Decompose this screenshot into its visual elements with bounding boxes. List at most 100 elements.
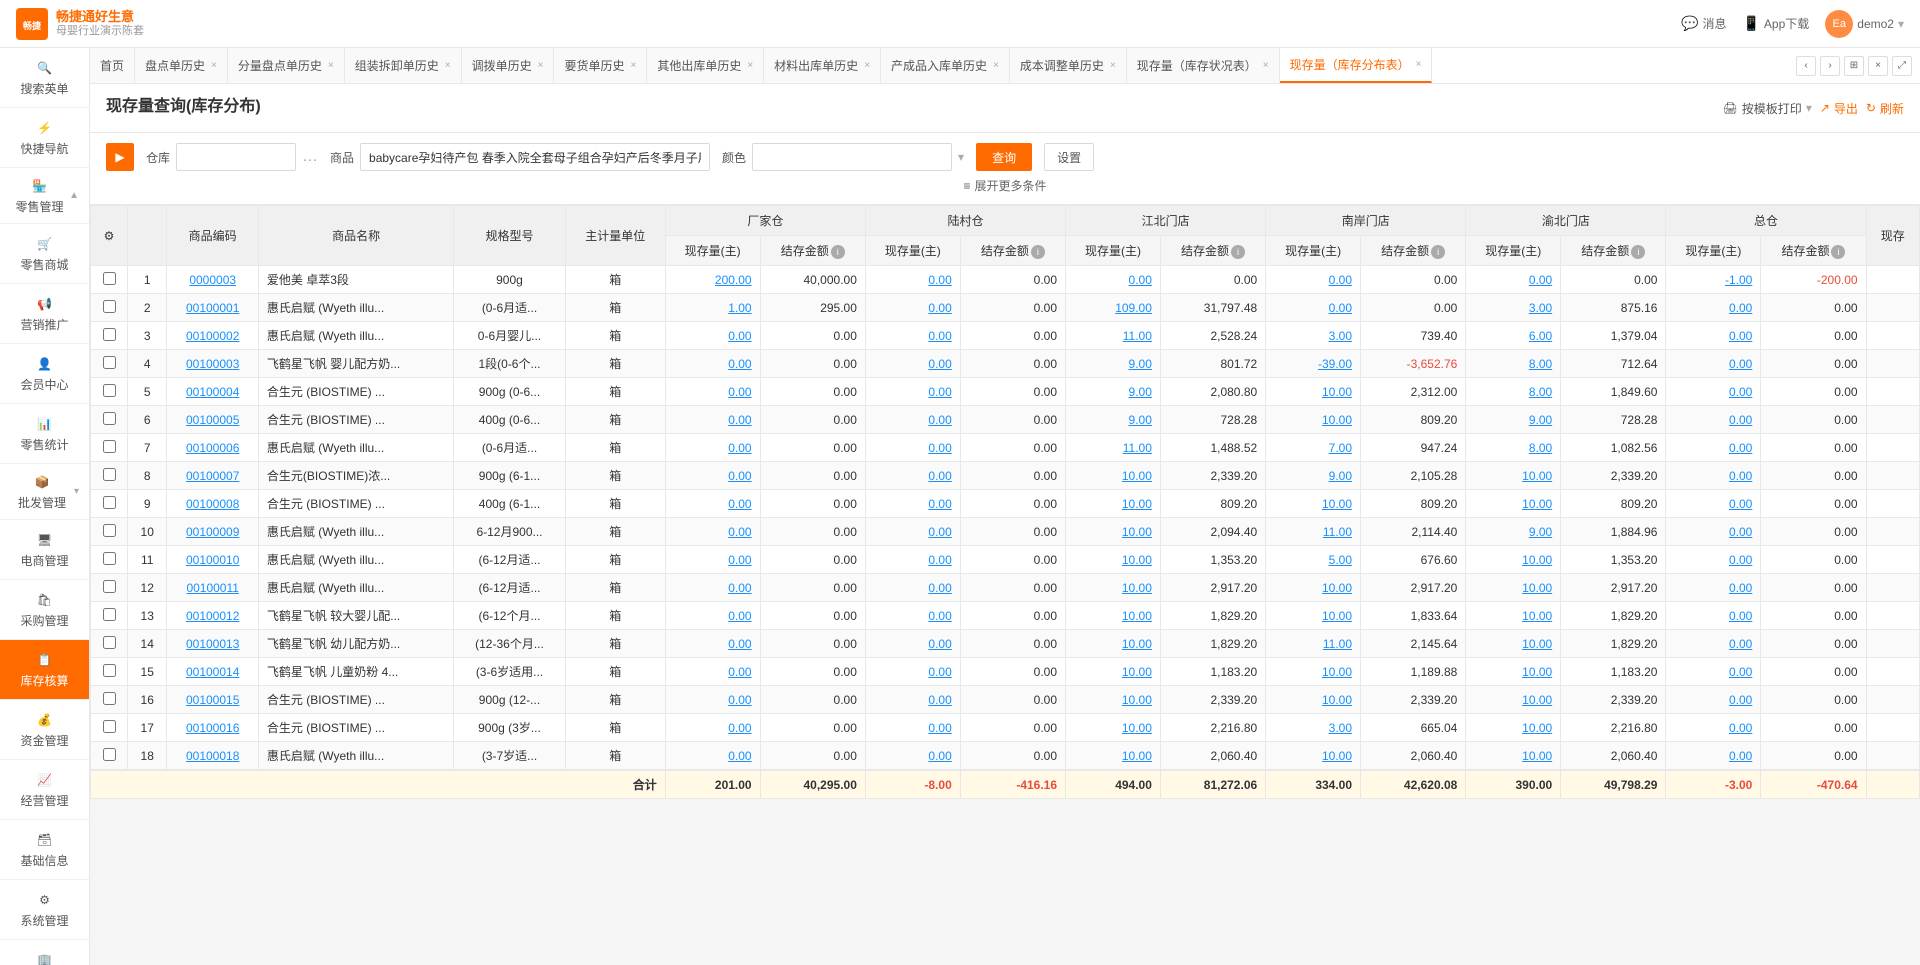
tab-stock-dist-close[interactable]: × [1416, 59, 1422, 70]
tab-assembly[interactable]: 组装拆卸单历史 × [345, 48, 462, 83]
sidebar-item-operations[interactable]: 📈 经营管理 [0, 760, 89, 820]
row-jb-qty[interactable]: 109.00 [1066, 294, 1161, 322]
row-na-qty[interactable]: 0.00 [1266, 266, 1361, 294]
refresh-btn[interactable]: ↻ 刷新 [1866, 100, 1904, 117]
row-total-qty[interactable]: 0.00 [1666, 714, 1761, 742]
user-area[interactable]: Ea demo2 ▾ [1825, 10, 1904, 38]
row-jb-qty[interactable]: 10.00 [1066, 546, 1161, 574]
row-f-qty[interactable]: 0.00 [665, 406, 760, 434]
sidebar-item-retail-mgmt[interactable]: 🏪 零售管理 ▲ [0, 168, 89, 224]
row-code[interactable]: 00100014 [167, 658, 258, 686]
row-yb-qty[interactable]: 3.00 [1466, 294, 1561, 322]
warehouse-input[interactable] [176, 143, 296, 171]
row-checkbox[interactable] [91, 686, 128, 714]
row-l-qty[interactable]: 0.00 [865, 574, 960, 602]
row-jb-qty[interactable]: 9.00 [1066, 350, 1161, 378]
tab-stock-table[interactable]: 现存量（库存状况表） × [1127, 48, 1280, 83]
sidebar-item-marketing[interactable]: 📢 营销推广 [0, 284, 89, 344]
row-yb-qty[interactable]: 10.00 [1466, 490, 1561, 518]
row-f-qty[interactable]: 200.00 [665, 266, 760, 294]
row-yb-qty[interactable]: 10.00 [1466, 602, 1561, 630]
row-jb-qty[interactable]: 10.00 [1066, 518, 1161, 546]
app-download-btn[interactable]: 📱 App下载 [1742, 15, 1809, 32]
row-total-qty[interactable]: 0.00 [1666, 602, 1761, 630]
row-total-qty[interactable]: 0.00 [1666, 518, 1761, 546]
yubei-amt-info[interactable]: i [1631, 245, 1645, 259]
row-total-qty[interactable]: 0.00 [1666, 546, 1761, 574]
color-dropdown-icon[interactable]: ▾ [958, 150, 964, 164]
total-amt-info[interactable]: i [1831, 245, 1845, 259]
row-l-qty[interactable]: 0.00 [865, 490, 960, 518]
row-code[interactable]: 00100011 [167, 574, 258, 602]
row-yb-qty[interactable]: 10.00 [1466, 462, 1561, 490]
tab-product-in-close[interactable]: × [993, 60, 999, 71]
row-jb-qty[interactable]: 9.00 [1066, 406, 1161, 434]
row-total-qty[interactable]: 0.00 [1666, 378, 1761, 406]
row-checkbox[interactable] [91, 322, 128, 350]
col-gear[interactable]: ⚙ [91, 206, 128, 266]
row-jb-qty[interactable]: 10.00 [1066, 714, 1161, 742]
row-l-qty[interactable]: 0.00 [865, 546, 960, 574]
row-jb-qty[interactable]: 10.00 [1066, 574, 1161, 602]
row-total-qty[interactable]: 0.00 [1666, 462, 1761, 490]
row-yb-qty[interactable]: 8.00 [1466, 434, 1561, 462]
lucun-amt-info[interactable]: i [1031, 245, 1045, 259]
row-total-qty[interactable]: 0.00 [1666, 574, 1761, 602]
row-checkbox[interactable] [91, 490, 128, 518]
row-code[interactable]: 0000003 [167, 266, 258, 294]
row-na-qty[interactable]: 0.00 [1266, 294, 1361, 322]
row-total-qty[interactable]: 0.00 [1666, 406, 1761, 434]
row-code[interactable]: 00100001 [167, 294, 258, 322]
row-checkbox[interactable] [91, 546, 128, 574]
tab-material-out-close[interactable]: × [864, 60, 870, 71]
row-checkbox[interactable] [91, 378, 128, 406]
row-checkbox[interactable] [91, 714, 128, 742]
row-f-qty[interactable]: 0.00 [665, 434, 760, 462]
row-checkbox[interactable] [91, 350, 128, 378]
row-yb-qty[interactable]: 10.00 [1466, 714, 1561, 742]
row-na-qty[interactable]: -39.00 [1266, 350, 1361, 378]
tab-other-out-close[interactable]: × [747, 60, 753, 71]
row-f-qty[interactable]: 0.00 [665, 322, 760, 350]
row-code[interactable]: 00100002 [167, 322, 258, 350]
tab-transfer-close[interactable]: × [538, 60, 544, 71]
row-total-qty[interactable]: 0.00 [1666, 686, 1761, 714]
row-na-qty[interactable]: 10.00 [1266, 378, 1361, 406]
row-total-qty[interactable]: 0.00 [1666, 322, 1761, 350]
row-yb-qty[interactable]: 9.00 [1466, 406, 1561, 434]
message-btn[interactable]: 💬 消息 [1681, 15, 1726, 32]
row-yb-qty[interactable]: 8.00 [1466, 350, 1561, 378]
warehouse-more-icon[interactable]: … [302, 148, 318, 166]
sidebar-item-inventory[interactable]: 📋 库存核算 [0, 640, 89, 700]
tab-purchase-close[interactable]: × [630, 60, 636, 71]
row-jb-qty[interactable]: 0.00 [1066, 266, 1161, 294]
color-input[interactable] [752, 143, 952, 171]
row-l-qty[interactable]: 0.00 [865, 350, 960, 378]
row-jb-qty[interactable]: 10.00 [1066, 462, 1161, 490]
row-f-qty[interactable]: 0.00 [665, 686, 760, 714]
export-btn[interactable]: ↗ 导出 [1820, 100, 1858, 117]
tab-product-in[interactable]: 产成品入库单历史 × [881, 48, 1010, 83]
row-f-qty[interactable]: 0.00 [665, 630, 760, 658]
settings-btn[interactable]: 设置 [1044, 143, 1094, 171]
tab-home[interactable]: 首页 [90, 48, 135, 83]
row-l-qty[interactable]: 0.00 [865, 714, 960, 742]
row-total-qty[interactable]: 0.00 [1666, 490, 1761, 518]
row-total-qty[interactable]: 0.00 [1666, 630, 1761, 658]
nanan-amt-info[interactable]: i [1431, 245, 1445, 259]
sidebar-item-wholesale[interactable]: 📦 批发管理 ▾ [0, 464, 89, 520]
row-na-qty[interactable]: 10.00 [1266, 406, 1361, 434]
row-na-qty[interactable]: 10.00 [1266, 602, 1361, 630]
sidebar-item-enterprise[interactable]: 🏢 企业协同 [0, 940, 89, 965]
print-btn[interactable]: 🖨 按模板打印 ▾ [1723, 100, 1812, 117]
tab-stock-single[interactable]: 盘点单历史 × [135, 48, 228, 83]
row-checkbox[interactable] [91, 434, 128, 462]
row-jb-qty[interactable]: 10.00 [1066, 658, 1161, 686]
row-l-qty[interactable]: 0.00 [865, 518, 960, 546]
row-na-qty[interactable]: 9.00 [1266, 462, 1361, 490]
sidebar-item-purchase[interactable]: 🛍 采购管理 [0, 580, 89, 640]
row-code[interactable]: 00100010 [167, 546, 258, 574]
row-f-qty[interactable]: 0.00 [665, 490, 760, 518]
tab-transfer[interactable]: 调拨单历史 × [462, 48, 555, 83]
filter-toggle[interactable]: ▶ [106, 143, 134, 171]
